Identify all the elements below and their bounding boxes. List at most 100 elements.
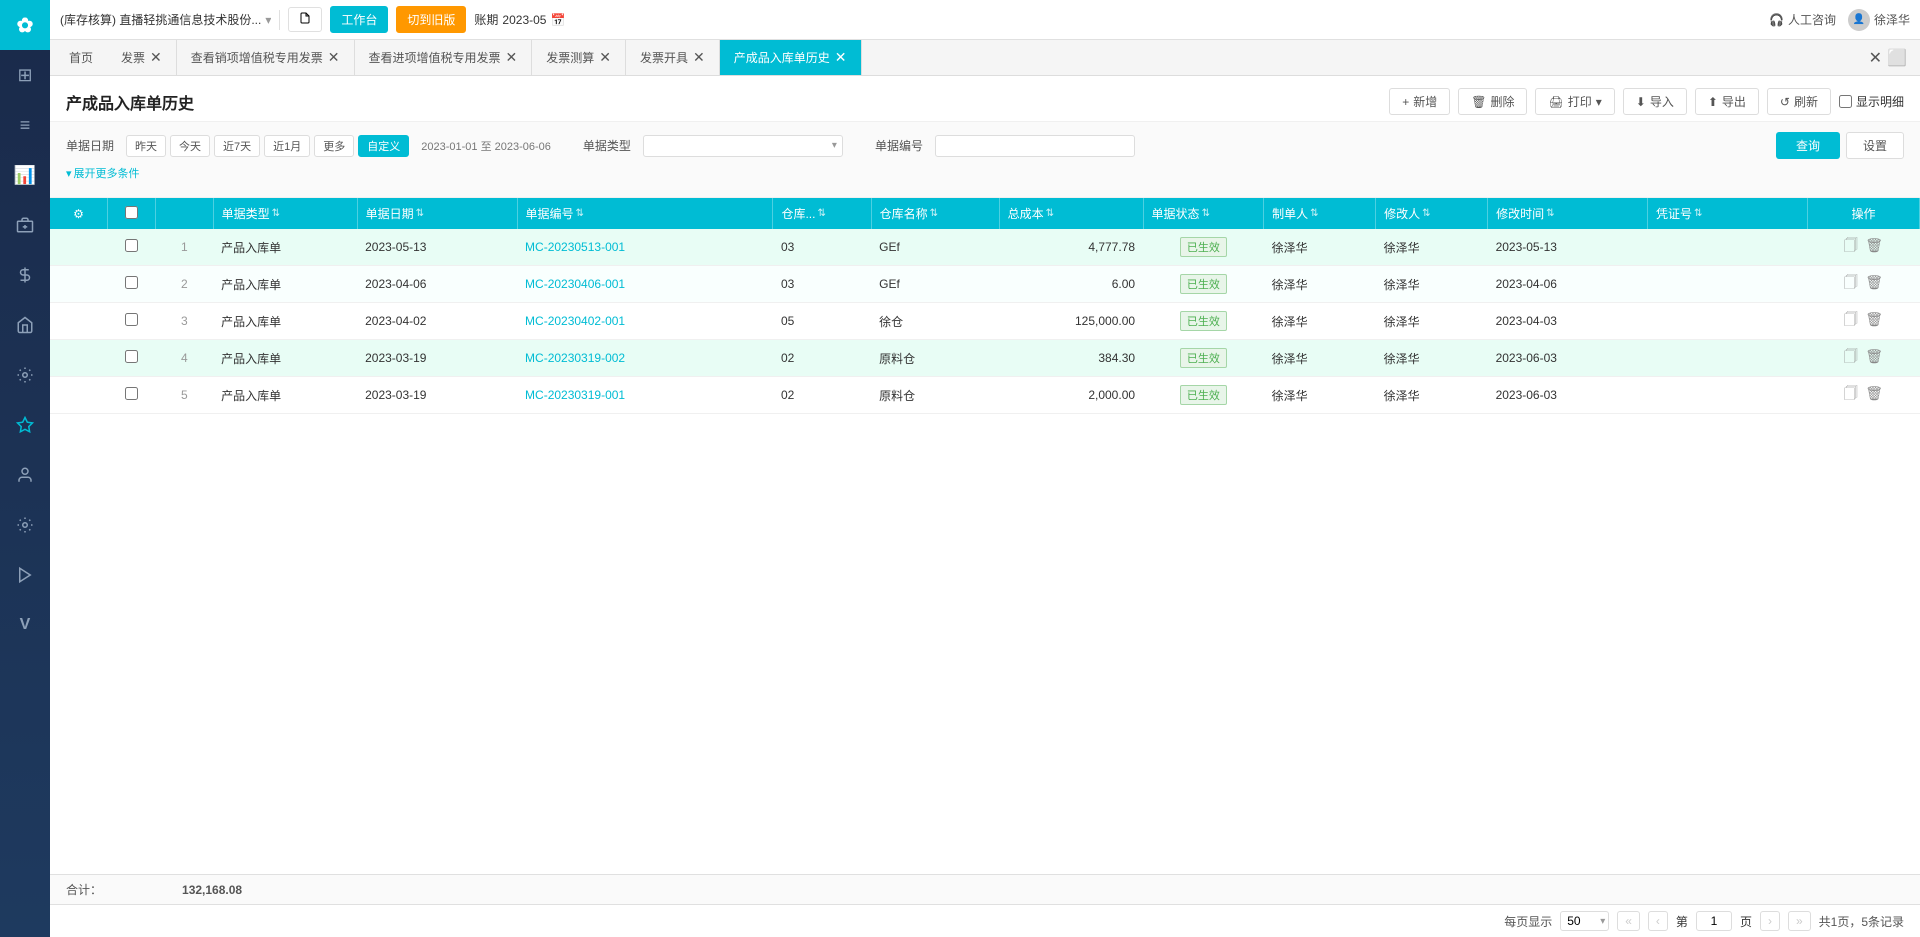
workspace-btn[interactable]: 工作台 — [330, 6, 388, 33]
print-btn[interactable]: 🖨 打印 ▾ — [1535, 88, 1614, 115]
tab-issue-close[interactable]: ✕ — [693, 49, 705, 66]
voucher-col-header[interactable]: 凭证号⇅ — [1648, 198, 1808, 229]
quick-1month[interactable]: 近1月 — [264, 135, 310, 157]
ai-consult-btn[interactable]: 🎧 人工咨询 — [1769, 11, 1836, 28]
sidebar-item-v[interactable]: V — [0, 600, 50, 650]
close-all-tabs-btn[interactable]: ✕ — [1869, 48, 1882, 68]
quick-yesterday[interactable]: 昨天 — [126, 135, 166, 157]
per-page-select[interactable]: 50 10 20 100 — [1560, 911, 1609, 931]
select-all-checkbox[interactable] — [125, 206, 138, 219]
tab-history-close[interactable]: ✕ — [835, 49, 847, 66]
row-edit-icon-3[interactable]: 🗍 — [1844, 348, 1858, 364]
quick-7days[interactable]: 近7天 — [214, 135, 260, 157]
type-col-header[interactable]: 单据类型⇅ — [213, 198, 357, 229]
row-no-1[interactable]: MC-20230406-001 — [517, 266, 773, 303]
sidebar-item-org[interactable] — [0, 300, 50, 350]
creator-col-header[interactable]: 制单人⇅ — [1264, 198, 1376, 229]
cost-col-header[interactable]: 总成本⇅ — [999, 198, 1143, 229]
show-details-checkbox[interactable] — [1839, 95, 1852, 108]
row-no-2[interactable]: MC-20230402-001 — [517, 303, 773, 340]
delete-btn[interactable]: 🗑 删除 — [1458, 88, 1527, 115]
last-page-btn[interactable]: » — [1788, 911, 1811, 931]
row-delete-icon-4[interactable]: 🗑 — [1865, 385, 1883, 401]
export-btn[interactable]: ⬆ 导出 — [1695, 88, 1759, 115]
quick-custom[interactable]: 自定义 — [358, 135, 409, 157]
tab-vat-sales[interactable]: 查看销项增值税专用发票 ✕ — [177, 40, 355, 76]
gear-col-header[interactable]: ⚙ — [50, 198, 108, 229]
tab-invoice-close[interactable]: ✕ — [150, 49, 162, 66]
sidebar-item-play[interactable] — [0, 550, 50, 600]
user-btn[interactable]: 👤 徐泽华 — [1848, 9, 1910, 31]
doc-btn[interactable] — [288, 7, 322, 32]
sidebar-item-doc[interactable]: ≡ — [0, 100, 50, 150]
tab-calc-close[interactable]: ✕ — [599, 49, 611, 66]
type-select-wrap: 产品入库单 — [643, 135, 843, 157]
sidebar-item-chart[interactable]: 📊 — [0, 150, 50, 200]
row-check-3[interactable] — [108, 340, 156, 377]
import-btn[interactable]: ⬇ 导入 — [1623, 88, 1687, 115]
row-check-4[interactable] — [108, 377, 156, 414]
no-input[interactable] — [935, 135, 1135, 157]
row-delete-icon-3[interactable]: 🗑 — [1865, 348, 1883, 364]
tab-issue[interactable]: 发票开具 ✕ — [626, 40, 720, 76]
query-btn[interactable]: 查询 — [1776, 132, 1840, 159]
modifier-col-header[interactable]: 修改人⇅ — [1376, 198, 1488, 229]
expand-btn[interactable]: ▾ 展开更多条件 — [66, 165, 140, 181]
check-col-header[interactable] — [108, 198, 156, 229]
maximize-btn[interactable]: ⬜ — [1887, 48, 1907, 68]
row-check-2[interactable] — [108, 303, 156, 340]
row-no-link-0[interactable]: MC-20230513-001 — [525, 240, 625, 254]
show-details-label[interactable]: 显示明细 — [1839, 93, 1904, 110]
row-creator-3: 徐泽华 — [1264, 340, 1376, 377]
new-btn[interactable]: + 新增 — [1389, 88, 1450, 115]
type-select[interactable]: 产品入库单 — [643, 135, 843, 157]
sidebar-item-settings[interactable] — [0, 500, 50, 550]
row-edit-icon-1[interactable]: 🗍 — [1844, 274, 1858, 290]
row-delete-icon-1[interactable]: 🗑 — [1865, 274, 1883, 290]
status-col-header[interactable]: 单据状态⇅ — [1143, 198, 1264, 229]
sidebar-item-person[interactable] — [0, 450, 50, 500]
no-col-header[interactable]: 单据编号⇅ — [517, 198, 773, 229]
page-input[interactable] — [1696, 911, 1732, 931]
row-no-3[interactable]: MC-20230319-002 — [517, 340, 773, 377]
period-calendar-icon[interactable]: 📅 — [550, 13, 565, 27]
tab-vat-sales-close[interactable]: ✕ — [328, 49, 340, 66]
row-no-link-2[interactable]: MC-20230402-001 — [525, 314, 625, 328]
row-no-link-4[interactable]: MC-20230319-001 — [525, 388, 625, 402]
row-check-0[interactable] — [108, 229, 156, 266]
tab-history[interactable]: 产成品入库单历史 ✕ — [720, 40, 862, 76]
tab-calc[interactable]: 发票测算 ✕ — [532, 40, 626, 76]
row-no-link-3[interactable]: MC-20230319-002 — [525, 351, 625, 365]
company-selector[interactable]: (库存核算) 直播轻挑通信息技术股份... ▾ — [60, 11, 271, 28]
sidebar-item-process[interactable] — [0, 350, 50, 400]
row-no-0[interactable]: MC-20230513-001 — [517, 229, 773, 266]
sidebar-item-active[interactable] — [0, 400, 50, 450]
row-delete-icon-2[interactable]: 🗑 — [1865, 311, 1883, 327]
refresh-btn[interactable]: ↺ 刷新 — [1767, 88, 1831, 115]
date-col-header[interactable]: 单据日期⇅ — [357, 198, 517, 229]
row-no-4[interactable]: MC-20230319-001 — [517, 377, 773, 414]
tab-vat-input[interactable]: 查看进项增值税专用发票 ✕ — [355, 40, 533, 76]
sidebar-item-inventory[interactable] — [0, 200, 50, 250]
row-edit-icon-0[interactable]: 🗍 — [1844, 237, 1858, 253]
row-no-link-1[interactable]: MC-20230406-001 — [525, 277, 625, 291]
mod-time-col-header[interactable]: 修改时间⇅ — [1488, 198, 1648, 229]
filter-setting-btn[interactable]: 设置 — [1846, 132, 1904, 159]
sidebar-item-finance[interactable] — [0, 250, 50, 300]
warehouse-name-col-header[interactable]: 仓库名称⇅ — [871, 198, 999, 229]
row-edit-icon-4[interactable]: 🗍 — [1844, 385, 1858, 401]
warehouse-col-header[interactable]: 仓库...⇅ — [773, 198, 871, 229]
row-delete-icon-0[interactable]: 🗑 — [1865, 237, 1883, 253]
quick-today[interactable]: 今天 — [170, 135, 210, 157]
tab-vat-input-close[interactable]: ✕ — [506, 49, 518, 66]
quick-more[interactable]: 更多 — [314, 135, 354, 157]
row-check-1[interactable] — [108, 266, 156, 303]
tab-invoice[interactable]: 发票 ✕ — [107, 40, 177, 76]
sidebar-item-home[interactable]: ⊞ — [0, 50, 50, 100]
first-page-btn[interactable]: « — [1617, 911, 1640, 931]
row-edit-icon-2[interactable]: 🗍 — [1844, 311, 1858, 327]
next-page-btn[interactable]: › — [1760, 911, 1780, 931]
prev-page-btn[interactable]: ‹ — [1648, 911, 1668, 931]
tab-home[interactable]: 首页 — [55, 40, 107, 76]
switch-btn[interactable]: 切到旧版 — [396, 6, 466, 33]
